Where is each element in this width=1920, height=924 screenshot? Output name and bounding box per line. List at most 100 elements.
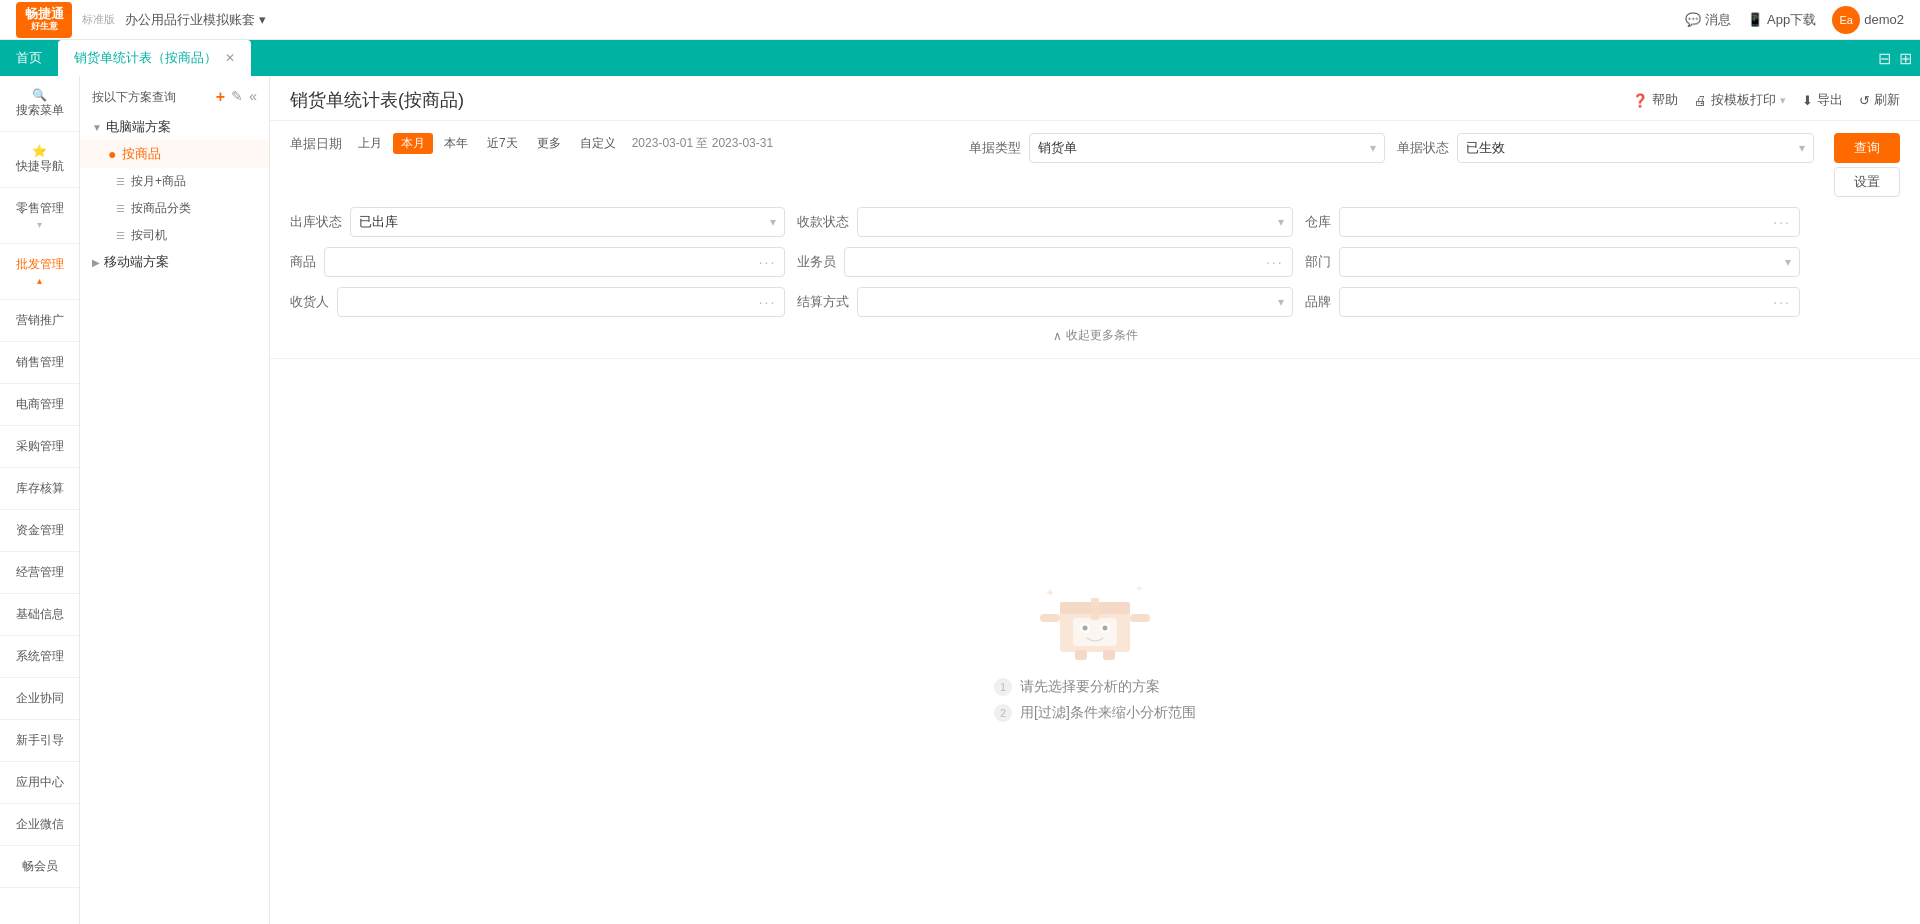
sidebar-collab-label: 企业协同: [4, 690, 75, 707]
help-btn[interactable]: ❓ 帮助: [1632, 91, 1678, 109]
brand-input[interactable]: ···: [1339, 287, 1800, 317]
page-actions: ❓ 帮助 🖨 按模板打印 ▾ ⬇ 导出 ↺ 刷新: [1632, 91, 1900, 109]
type-dropdown-icon: ▾: [1370, 141, 1376, 155]
scheme-add-icon[interactable]: +: [216, 88, 225, 106]
payment-input[interactable]: ▾: [857, 207, 1292, 237]
sidebar: 🔍 搜索菜单 ⭐ 快捷导航 零售管理 ▾ 批发管理 ▴ 营销推广 销售管理 电商…: [0, 76, 80, 924]
department-input[interactable]: ▾: [1339, 247, 1800, 277]
svg-text:✦: ✦: [1135, 583, 1143, 594]
svg-rect-11: [1103, 650, 1115, 660]
sidebar-search-label: 搜索菜单: [4, 102, 75, 119]
sidebar-purchase-label: 采购管理: [4, 438, 75, 455]
sidebar-item-finance[interactable]: 资金管理: [0, 510, 79, 552]
print-icon: 🖨: [1694, 93, 1707, 108]
sidebar-item-sales[interactable]: 销售管理: [0, 342, 79, 384]
settlement-input[interactable]: ▾: [857, 287, 1292, 317]
sidebar-vip-label: 畅会员: [4, 858, 75, 875]
industry-selector[interactable]: 办公用品行业模拟账套 ▾: [125, 11, 266, 29]
tree-item-by-driver[interactable]: ☰ 按司机: [80, 222, 269, 249]
tree-item-by-month-goods[interactable]: ☰ 按月+商品: [80, 168, 269, 195]
settings-button[interactable]: 设置: [1834, 167, 1900, 197]
tab-expand-icon[interactable]: ⊞: [1899, 49, 1912, 68]
sidebar-item-collab[interactable]: 企业协同: [0, 678, 79, 720]
sidebar-item-shortcut[interactable]: ⭐ 快捷导航: [0, 132, 79, 188]
tree-group-pc-title[interactable]: ▼ 电脑端方案: [80, 114, 269, 140]
date-label: 单据日期: [290, 135, 342, 153]
help-icon: ❓: [1632, 93, 1648, 108]
receiver-input[interactable]: ···: [337, 287, 785, 317]
by-category-icon: ☰: [116, 203, 125, 214]
sidebar-item-vip[interactable]: 畅会员: [0, 846, 79, 888]
department-filter: 部门 ▾: [1305, 247, 1800, 277]
warehouse-label: 仓库: [1305, 213, 1331, 231]
settlement-filter: 结算方式 ▾: [797, 287, 1292, 317]
sidebar-item-retail[interactable]: 零售管理 ▾: [0, 188, 79, 244]
sidebar-item-ecommerce[interactable]: 电商管理: [0, 384, 79, 426]
department-dropdown-icon: ▾: [1785, 255, 1791, 269]
sidebar-item-search[interactable]: 🔍 搜索菜单: [0, 76, 79, 132]
goods-label: 商品: [290, 253, 316, 271]
sidebar-item-basic[interactable]: 基础信息: [0, 594, 79, 636]
sidebar-item-guide[interactable]: 新手引导: [0, 720, 79, 762]
sidebar-item-system[interactable]: 系统管理: [0, 636, 79, 678]
tree-group-pc-label: 电脑端方案: [106, 118, 171, 136]
svg-point-6: [1103, 625, 1108, 630]
outbound-input[interactable]: 已出库 ▾: [350, 207, 785, 237]
tab-bar-actions: ⊟ ⊞: [1878, 49, 1920, 68]
retail-arrow: ▾: [37, 219, 42, 230]
tab-close-icon[interactable]: ✕: [225, 51, 235, 65]
wholesale-arrow: ▴: [37, 275, 42, 286]
tree-item-by-category[interactable]: ☰ 按商品分类: [80, 195, 269, 222]
collapse-up-icon: ∧: [1053, 329, 1062, 343]
scheme-edit-icon[interactable]: ✎: [231, 88, 243, 106]
date-shortcut-7days[interactable]: 近7天: [479, 133, 526, 154]
query-button[interactable]: 查询: [1834, 133, 1900, 163]
type-input[interactable]: 销货单 ▾: [1029, 133, 1386, 163]
content-area: 按以下方案查询 + ✎ « ▼ 电脑端方案 ● 按商品: [80, 76, 1920, 924]
by-category-label: 按商品分类: [131, 200, 191, 217]
app-download-btn[interactable]: 📱 App下载: [1747, 11, 1816, 29]
warehouse-input[interactable]: ···: [1339, 207, 1800, 237]
date-shortcut-custom[interactable]: 自定义: [572, 133, 624, 154]
by-month-goods-icon: ☰: [116, 176, 125, 187]
username: demo2: [1864, 12, 1904, 27]
sidebar-system-label: 系统管理: [4, 648, 75, 665]
sidebar-item-wholesale[interactable]: 批发管理 ▴: [0, 244, 79, 300]
svg-rect-2: [1073, 618, 1117, 646]
tab-minimize-icon[interactable]: ⊟: [1878, 49, 1891, 68]
tree-item-by-goods[interactable]: ● 按商品: [80, 140, 269, 168]
tab-bar: 首页 销货单统计表（按商品） ✕ ⊟ ⊞: [0, 40, 1920, 76]
svg-text:✦: ✦: [1125, 605, 1132, 614]
date-shortcut-lastmonth[interactable]: 上月: [350, 133, 390, 154]
user-area[interactable]: Ea demo2: [1832, 6, 1904, 34]
by-driver-icon: ☰: [116, 230, 125, 241]
refresh-icon: ↺: [1859, 93, 1870, 108]
sidebar-item-wechat[interactable]: 企业微信: [0, 804, 79, 846]
sidebar-item-marketing[interactable]: 营销推广: [0, 300, 79, 342]
sidebar-item-appstore[interactable]: 应用中心: [0, 762, 79, 804]
status-input[interactable]: 已生效 ▾: [1457, 133, 1814, 163]
export-btn[interactable]: ⬇ 导出: [1802, 91, 1843, 109]
goods-input[interactable]: ···: [324, 247, 785, 277]
print-btn[interactable]: 🖨 按模板打印 ▾: [1694, 91, 1786, 109]
tab-statistics[interactable]: 销货单统计表（按商品） ✕: [58, 40, 251, 76]
salesperson-input[interactable]: ···: [844, 247, 1292, 277]
industry-arrow: ▾: [259, 12, 266, 27]
type-value: 销货单: [1038, 139, 1077, 157]
tree-group-mobile-title[interactable]: ▶ 移动端方案: [80, 249, 269, 275]
sidebar-item-purchase[interactable]: 采购管理: [0, 426, 79, 468]
refresh-btn[interactable]: ↺ 刷新: [1859, 91, 1900, 109]
message-label: 消息: [1705, 11, 1731, 29]
tab-home[interactable]: 首页: [0, 40, 58, 76]
scheme-collapse-icon[interactable]: «: [249, 88, 257, 106]
date-shortcut-thismonth[interactable]: 本月: [393, 133, 433, 154]
sidebar-basic-label: 基础信息: [4, 606, 75, 623]
tree-group-mobile-arrow: ▶: [92, 257, 100, 268]
date-shortcut-thisyear[interactable]: 本年: [436, 133, 476, 154]
sidebar-item-inventory[interactable]: 库存核算: [0, 468, 79, 510]
message-btn[interactable]: 💬 消息: [1685, 11, 1731, 29]
date-shortcut-more[interactable]: 更多: [529, 133, 569, 154]
collapse-bar[interactable]: ∧ 收起更多条件: [290, 323, 1900, 346]
sidebar-item-operations[interactable]: 经营管理: [0, 552, 79, 594]
svg-rect-10: [1075, 650, 1087, 660]
